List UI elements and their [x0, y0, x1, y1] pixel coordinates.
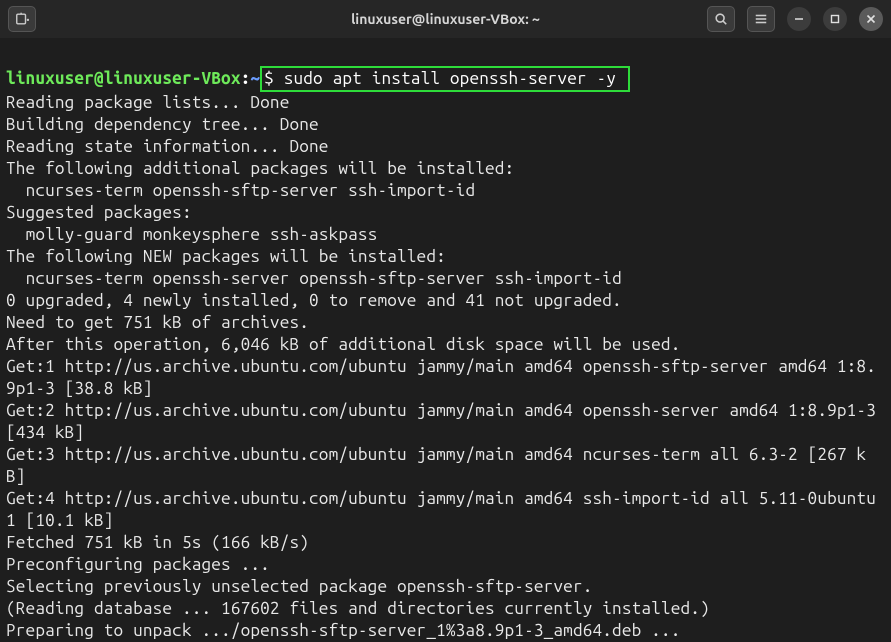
output-line: Selecting previously unselected package …: [6, 577, 593, 596]
new-tab-button[interactable]: [8, 6, 36, 32]
output-line: Reading state information... Done: [6, 137, 329, 156]
output-line: Get:2 http://us.archive.ubuntu.com/ubunt…: [6, 401, 886, 442]
hamburger-icon: [754, 12, 768, 26]
prompt-line: linuxuser@linuxuser-VBox:~$ sudo apt ins…: [6, 69, 630, 88]
output-line: Preconfiguring packages ...: [6, 555, 270, 574]
output-line: Fetched 751 kB in 5s (166 kB/s): [6, 533, 309, 552]
output-line: The following additional packages will b…: [6, 159, 514, 178]
output-line: ncurses-term openssh-server openssh-sftp…: [6, 269, 622, 288]
window-title: linuxuser@linuxuser-VBox: ~: [351, 11, 540, 27]
output-line: Get:4 http://us.archive.ubuntu.com/ubunt…: [6, 489, 876, 530]
output-line: Suggested packages:: [6, 203, 192, 222]
output-line: Building dependency tree... Done: [6, 115, 319, 134]
output-line: After this operation, 6,046 kB of additi…: [6, 335, 680, 354]
maximize-icon: [830, 14, 840, 24]
output-line: molly-guard monkeysphere ssh-askpass: [6, 225, 377, 244]
minimize-icon: [794, 14, 804, 24]
maximize-button[interactable]: [823, 7, 847, 31]
output-line: Preparing to unpack .../openssh-sftp-ser…: [6, 621, 680, 640]
close-button[interactable]: [859, 7, 883, 31]
window-titlebar: linuxuser@linuxuser-VBox: ~: [0, 0, 891, 38]
command-text: sudo apt install openssh-server -y: [284, 69, 616, 88]
close-icon: [866, 14, 876, 24]
output-line: Need to get 751 kB of archives.: [6, 313, 309, 332]
search-button[interactable]: [707, 6, 735, 32]
output-line: Reading package lists... Done: [6, 93, 289, 112]
prompt-dollar: $: [264, 69, 284, 88]
prompt-path: ~: [250, 69, 260, 88]
output-line: The following NEW packages will be insta…: [6, 247, 446, 266]
titlebar-right-controls: [707, 6, 883, 32]
prompt-user-host: linuxuser@linuxuser-VBox: [6, 69, 241, 88]
terminal-body[interactable]: linuxuser@linuxuser-VBox:~$ sudo apt ins…: [0, 38, 891, 642]
command-highlight: $ sudo apt install openssh-server -y: [260, 66, 630, 92]
minimize-button[interactable]: [787, 7, 811, 31]
output-line: (Reading database ... 167602 files and d…: [6, 599, 710, 618]
new-tab-icon: [15, 12, 29, 26]
prompt-colon: :: [241, 69, 251, 88]
output-line: ncurses-term openssh-sftp-server ssh-imp…: [6, 181, 475, 200]
output-line: 0 upgraded, 4 newly installed, 0 to remo…: [6, 291, 622, 310]
menu-button[interactable]: [747, 6, 775, 32]
output-line: Get:1 http://us.archive.ubuntu.com/ubunt…: [6, 357, 876, 398]
search-icon: [714, 12, 728, 26]
output-line: Get:3 http://us.archive.ubuntu.com/ubunt…: [6, 445, 866, 486]
